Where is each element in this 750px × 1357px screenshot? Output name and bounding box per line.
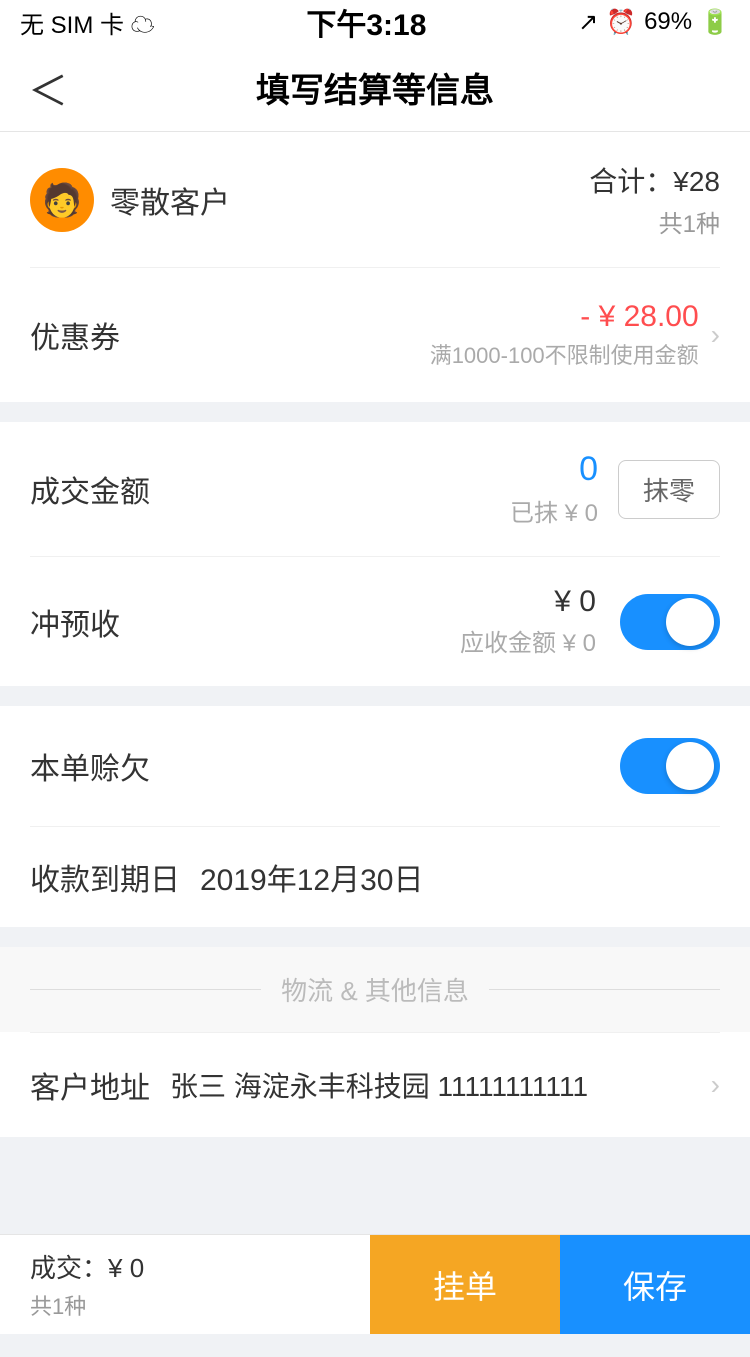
customer-card: 🧑 零散客户 合计：¥28 共1种 优惠券 - ¥ 28.00 满1000-10… (0, 132, 750, 402)
customer-name: 零散客户 (110, 178, 230, 222)
address-value: 张三 海淀永丰科技园 11111111111 (170, 1065, 691, 1105)
already-zero-label: 已抹 ¥ 0 (510, 493, 598, 528)
customer-row: 🧑 零散客户 合计：¥28 共1种 (0, 132, 750, 267)
bottom-deal-label: 成交：¥ 0 (30, 1248, 340, 1285)
logistics-label: 物流 & 其他信息 (261, 971, 489, 1008)
status-left: 无 SIM 卡 ☁ (20, 5, 155, 40)
address-row[interactable]: 客户地址 张三 海淀永丰科技园 11111111111 › (0, 1033, 750, 1137)
save-label: 保存 (623, 1262, 687, 1308)
coupon-right-text: - ¥ 28.00 满1000-100不限制使用金额 (430, 300, 699, 370)
coupon-discount: - ¥ 28.00 (430, 300, 699, 334)
nav-bar: ＜ 填写结算等信息 (0, 44, 750, 132)
chevron-right-icon: › (711, 319, 720, 351)
status-bar: 无 SIM 卡 ☁ 下午3:18 ↗ ⏰ 69% 🔋 (0, 0, 750, 44)
logistics-line-right (489, 989, 720, 990)
logistics-card: 物流 & 其他信息 客户地址 张三 海淀永丰科技园 11111111111 › (0, 947, 750, 1137)
status-time: 下午3:18 (306, 0, 426, 44)
duedate-label: 收款到期日 (30, 855, 180, 899)
toggle-knob (666, 598, 714, 646)
deal-amount-card: 成交金额 0 已抹 ¥ 0 抹零 冲预收 ¥ 0 应收金额 ¥ 0 (0, 422, 750, 686)
address-label: 客户地址 (30, 1063, 150, 1107)
battery-icon: 🔋 (700, 8, 730, 37)
credit-card: 本单赊欠 收款到期日 2019年12月30日 (0, 706, 750, 927)
battery-label: 69% (644, 8, 692, 36)
avatar-icon: 🧑 (42, 181, 82, 219)
back-button[interactable]: ＜ (28, 59, 68, 117)
prereceive-receivable: 应收金额 ¥ 0 (460, 623, 596, 658)
customer-total: 合计：¥28 (589, 160, 720, 200)
deal-amount-bottom: ¥ 0 (108, 1253, 144, 1283)
deal-prefix: 成交： (30, 1253, 108, 1283)
prereceive-right: ¥ 0 应收金额 ¥ 0 (460, 585, 720, 658)
coupon-right: - ¥ 28.00 满1000-100不限制使用金额 › (430, 300, 720, 370)
customer-left: 🧑 零散客户 (30, 168, 230, 232)
round-zero-button[interactable]: 抹零 (618, 460, 720, 519)
customer-avatar: 🧑 (30, 168, 94, 232)
deal-amount-label: 成交金额 (30, 467, 150, 511)
credit-toggle-knob (666, 742, 714, 790)
address-chevron-icon: › (711, 1069, 720, 1101)
credit-row: 本单赊欠 (0, 706, 750, 826)
credit-toggle[interactable] (620, 738, 720, 794)
logistics-divider: 物流 & 其他信息 (0, 947, 750, 1032)
bottom-info: 成交：¥ 0 共1种 (0, 1235, 370, 1334)
prereceive-amount: ¥ 0 (460, 585, 596, 619)
duedate-row: 收款到期日 2019年12月30日 (0, 827, 750, 927)
bottom-bar: 成交：¥ 0 共1种 挂单 保存 (0, 1234, 750, 1334)
coupon-label: 优惠券 (30, 313, 120, 357)
main-content: 🧑 零散客户 合计：¥28 共1种 优惠券 - ¥ 28.00 满1000-10… (0, 132, 750, 1357)
coupon-desc: 满1000-100不限制使用金额 (430, 338, 699, 370)
customer-right: 合计：¥28 共1种 (589, 160, 720, 239)
prereceive-row: 冲预收 ¥ 0 应收金额 ¥ 0 (0, 557, 750, 686)
bottom-count: 共1种 (30, 1289, 340, 1321)
deal-amount-value: 0 (510, 450, 598, 489)
customer-count: 共1种 (589, 204, 720, 239)
deal-amount-row: 成交金额 0 已抹 ¥ 0 抹零 (0, 422, 750, 556)
prereceive-label: 冲预收 (30, 600, 120, 644)
alarm-icon: ⏰ (606, 8, 636, 37)
nav-title: 填写结算等信息 (256, 63, 494, 112)
duedate-value: 2019年12月30日 (200, 855, 423, 899)
sim-label: 无 SIM 卡 ☁ (20, 5, 155, 40)
hold-button[interactable]: 挂单 (370, 1235, 560, 1334)
deal-amount-right: 0 已抹 ¥ 0 抹零 (510, 450, 720, 528)
prereceive-amounts: ¥ 0 应收金额 ¥ 0 (460, 585, 596, 658)
hold-label: 挂单 (433, 1262, 497, 1308)
logistics-line-left (30, 989, 261, 990)
prereceive-toggle[interactable] (620, 594, 720, 650)
deal-amount-stack: 0 已抹 ¥ 0 (510, 450, 598, 528)
coupon-row[interactable]: 优惠券 - ¥ 28.00 满1000-100不限制使用金额 › (0, 268, 750, 402)
save-button[interactable]: 保存 (560, 1235, 750, 1334)
credit-label: 本单赊欠 (30, 744, 150, 788)
location-icon: ↗ (578, 8, 598, 37)
status-right: ↗ ⏰ 69% 🔋 (578, 8, 730, 37)
